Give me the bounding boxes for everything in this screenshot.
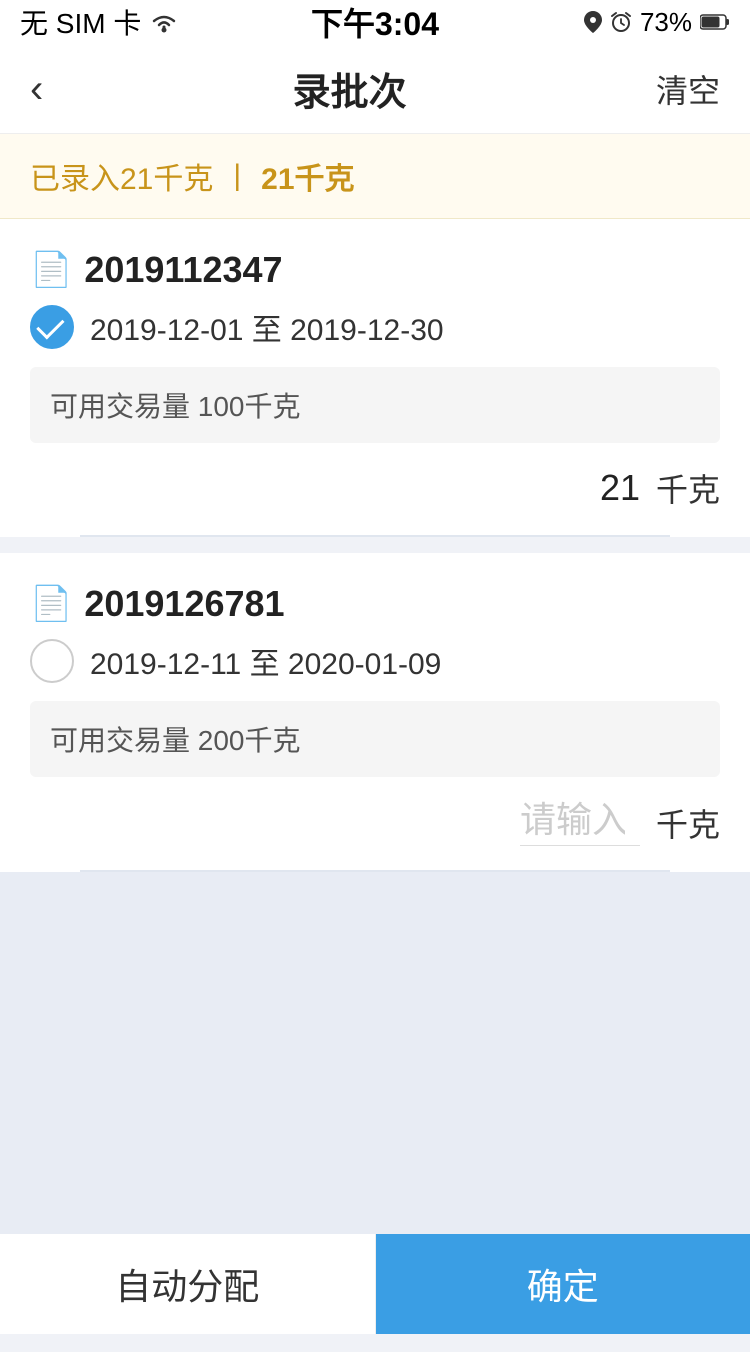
status-right: 73%: [584, 7, 730, 38]
batch-item-0: 📄 2019112347 2019-12-01 至 2019-12-30 可用交…: [0, 219, 750, 537]
alarm-icon: [610, 11, 632, 33]
confirm-button[interactable]: 确定: [376, 1234, 750, 1334]
battery-icon: [700, 14, 730, 30]
bottom-empty-area: [0, 872, 750, 1252]
page-content: 📄 2019112347 2019-12-01 至 2019-12-30 可用交…: [0, 219, 750, 1352]
status-bar: 无 SIM 卡 下午3:04 73%: [0, 0, 750, 44]
nav-bar: ‹ 录批次 清空: [0, 44, 750, 134]
clear-button[interactable]: 清空: [656, 66, 720, 112]
auto-distribute-button[interactable]: 自动分配: [0, 1234, 376, 1334]
available-qty-0: 可用交易量 100千克: [30, 367, 720, 443]
summary-divider: |: [233, 159, 241, 193]
qty-row-1: 千克: [0, 777, 750, 870]
qty-unit-1: 千克: [656, 800, 720, 846]
available-qty-1: 可用交易量 200千克: [30, 701, 720, 777]
summary-bar: 已录入21千克 | 21千克: [0, 134, 750, 219]
radio-0[interactable]: [30, 305, 74, 349]
location-icon: [584, 11, 602, 33]
doc-icon-1: 📄: [30, 584, 72, 624]
qty-input-1[interactable]: [520, 799, 640, 846]
status-left: 无 SIM 卡: [20, 2, 179, 42]
wifi-icon: [149, 11, 179, 33]
summary-recorded-label: 已录入21千克: [30, 154, 213, 198]
battery-text: 73%: [640, 7, 692, 38]
status-time: 下午3:04: [311, 0, 439, 45]
batch-date-0: 2019-12-01 至 2019-12-30: [90, 305, 444, 349]
batch-id-row-1: 📄 2019126781: [30, 583, 720, 625]
batch-date-row-0: 2019-12-01 至 2019-12-30: [30, 305, 720, 349]
batch-date-1: 2019-12-11 至 2020-01-09: [90, 639, 441, 683]
radio-1[interactable]: [30, 639, 74, 683]
batch-id-0: 2019112347: [84, 249, 282, 291]
qty-value-0: 21: [600, 467, 640, 509]
page-title: 录批次: [293, 61, 407, 116]
summary-value: 21千克: [261, 154, 354, 198]
batch-date-row-1: 2019-12-11 至 2020-01-09: [30, 639, 720, 683]
batch-item-1: 📄 2019126781 2019-12-11 至 2020-01-09 可用交…: [0, 553, 750, 872]
footer: 自动分配 确定: [0, 1234, 750, 1334]
batch-id-row-0: 📄 2019112347: [30, 249, 720, 291]
qty-unit-0: 千克: [656, 465, 720, 511]
carrier-text: 无 SIM 卡: [20, 2, 141, 42]
batch-id-1: 2019126781: [84, 583, 284, 625]
qty-row-0: 21 千克: [0, 443, 750, 535]
back-button[interactable]: ‹: [30, 69, 43, 109]
doc-icon-0: 📄: [30, 250, 72, 290]
item-separator: [0, 537, 750, 553]
